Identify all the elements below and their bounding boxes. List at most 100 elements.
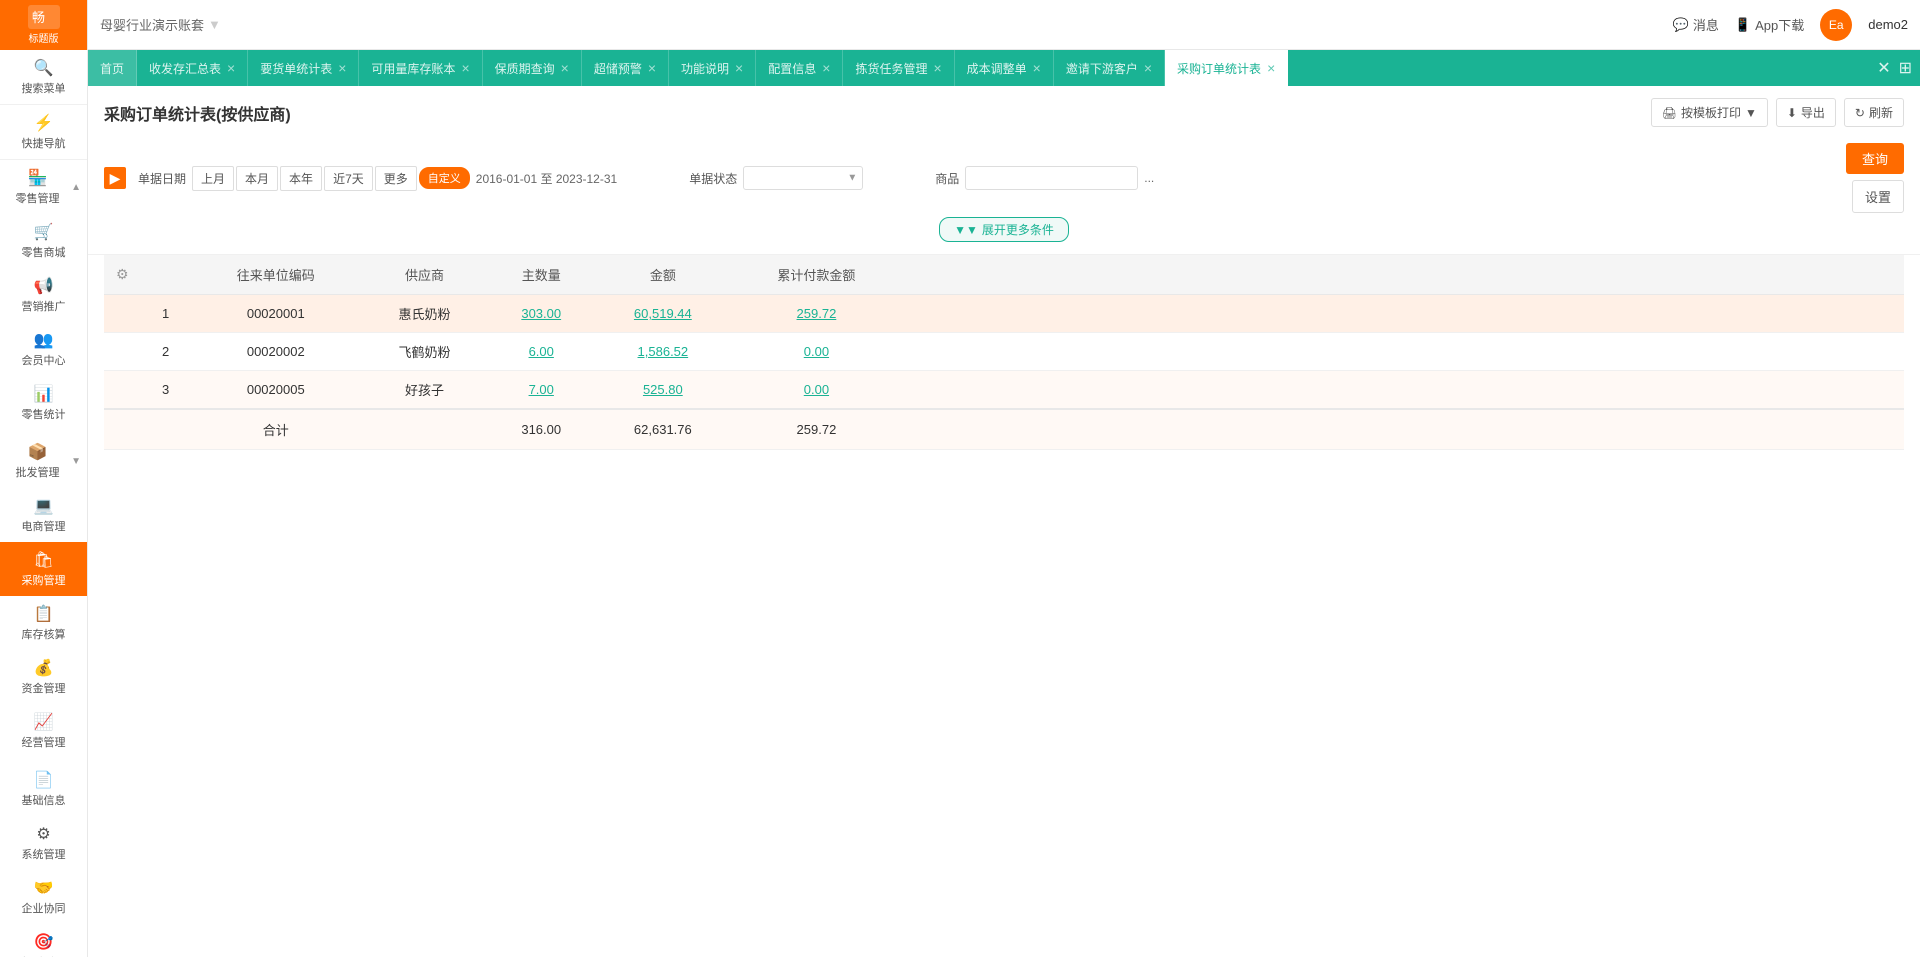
td-supplier-2: 飞鹤奶粉 xyxy=(361,333,488,371)
table-footer: 合计 316.00 62,631.76 259.72 xyxy=(104,409,1904,450)
table-body: 1 00020001 惠氏奶粉 303.00 60,519.44 259.72 … xyxy=(104,295,1904,410)
page-content: 采购订单统计表(按供应商) 🖨 按模板打印 ▼ ⬇ 导出 ↻ 刷新 xyxy=(88,86,1920,957)
member-center-icon: 👥 xyxy=(34,330,54,350)
tab-close-all-button[interactable]: ✕ xyxy=(1877,58,1890,78)
tab-function-desc-close[interactable]: × xyxy=(735,60,743,76)
print-button[interactable]: 🖨 按模板打印 ▼ xyxy=(1651,98,1768,127)
sidebar-item-sys-mgmt[interactable]: ⚙ 系统管理 xyxy=(0,816,87,870)
tab-order-summary[interactable]: 要货单统计表 × xyxy=(248,50,359,86)
th-amount: 金额 xyxy=(594,255,731,295)
sidebar-item-basic-info[interactable]: 📄 基础信息 xyxy=(0,762,87,816)
tab-receive-summary-close[interactable]: × xyxy=(227,60,235,76)
tab-invite-downstream-close[interactable]: × xyxy=(1144,60,1152,76)
retail-mgmt-icon: 🏪 xyxy=(28,168,48,188)
app-download-action[interactable]: 📱 App下载 xyxy=(1735,15,1804,34)
td-main-qty-2: 6.00 xyxy=(488,333,595,371)
sidebar-enterprise-coop-label: 企业协同 xyxy=(22,900,66,916)
tab-config-info-close[interactable]: × xyxy=(822,60,830,76)
td-unit-code-2: 00020002 xyxy=(191,333,361,371)
tab-purchase-order-summary-close[interactable]: × xyxy=(1267,60,1275,76)
tab-pick-task-close[interactable]: × xyxy=(933,60,941,76)
tab-home[interactable]: 首页 xyxy=(88,50,137,86)
tab-receive-summary[interactable]: 收发存汇总表 × xyxy=(137,50,248,86)
topbar-actions: 💬 消息 📱 App下载 Ea demo2 xyxy=(1673,9,1908,41)
td-paid-amount-3: 0.00 xyxy=(731,371,901,410)
filter-goods-group: 商品 ... xyxy=(935,166,1154,190)
status-select[interactable] xyxy=(743,166,863,190)
query-button[interactable]: 查询 xyxy=(1846,143,1904,174)
goods-input[interactable] xyxy=(965,166,1138,190)
table-row: 1 00020001 惠氏奶粉 303.00 60,519.44 259.72 xyxy=(104,295,1904,333)
sidebar-item-stock-check[interactable]: 📋 库存核算 xyxy=(0,596,87,650)
page-inner: 采购订单统计表(按供应商) 🖨 按模板打印 ▼ ⬇ 导出 ↻ 刷新 xyxy=(88,86,1920,957)
sidebar-item-wholesale-mgmt[interactable]: 📦 批发管理 ▼ xyxy=(0,434,87,488)
main-wrapper: 母婴行业演示账套 ▼ 💬 消息 📱 App下载 Ea demo2 首页 收发存汇… xyxy=(88,0,1920,957)
date-btn-last-month[interactable]: 上月 xyxy=(192,166,234,191)
quick-nav-icon: ⚡ xyxy=(34,113,54,133)
sidebar-item-retail-mall[interactable]: 🛒 零售商城 xyxy=(0,214,87,268)
tab-config-info[interactable]: 配置信息 × xyxy=(756,50,843,86)
tab-available-stock[interactable]: 可用量库存账本 × xyxy=(359,50,482,86)
table-settings-icon[interactable]: ⚙ xyxy=(116,266,129,282)
sidebar-item-ecommerce-mgmt[interactable]: 💻 电商管理 xyxy=(0,488,87,542)
table-head: ⚙ 往来单位编码 供应商 主数量 金额 累计付款金额 xyxy=(104,255,1904,295)
filter-toggle-button[interactable]: ▶ xyxy=(104,167,126,189)
goods-more-button[interactable]: ... xyxy=(1144,171,1154,185)
sidebar-purchase-mgmt-label: 采购管理 xyxy=(22,572,66,588)
settings-button[interactable]: 设置 xyxy=(1852,180,1904,213)
sidebar-stock-check-label: 库存核算 xyxy=(22,626,66,642)
tab-overstock-warning[interactable]: 超储预警 × xyxy=(582,50,669,86)
sidebar-retail-mall-label: 零售商城 xyxy=(22,244,66,260)
tab-receive-summary-label: 收发存汇总表 xyxy=(149,60,221,77)
message-action[interactable]: 💬 消息 xyxy=(1673,15,1719,34)
tab-expiry-query-close[interactable]: × xyxy=(561,60,569,76)
tab-cost-adjust[interactable]: 成本调整单 × xyxy=(955,50,1054,86)
avatar[interactable]: Ea xyxy=(1820,9,1852,41)
expand-more-conditions-button[interactable]: ▼▼ 展开更多条件 xyxy=(939,217,1069,242)
tab-purchase-order-summary[interactable]: 采购订单统计表 × xyxy=(1165,50,1288,86)
sidebar-item-marketing[interactable]: 📢 营销推广 xyxy=(0,268,87,322)
sidebar-item-retail-stats[interactable]: 📊 零售统计 xyxy=(0,376,87,430)
tab-maximize-button[interactable]: ⊞ xyxy=(1899,58,1912,78)
filter-date-group: 单据日期 上月 本月 本年 近7天 更多 自定义 2016-01-01 至 20… xyxy=(138,166,617,191)
sidebar-item-purchase-mgmt[interactable]: 🛍 采购管理 xyxy=(0,542,87,596)
app-logo[interactable]: 畅 标题版 xyxy=(0,0,87,50)
tab-pick-task[interactable]: 拣货任务管理 × xyxy=(843,50,954,86)
date-btn-this-year[interactable]: 本年 xyxy=(280,166,322,191)
sidebar-item-retail-mgmt[interactable]: 🏪 零售管理 ▲ xyxy=(0,160,87,214)
tab-order-summary-close[interactable]: × xyxy=(338,60,346,76)
date-btn-last-7-days[interactable]: 近7天 xyxy=(324,166,373,191)
sidebar-item-ops-mgmt[interactable]: 📈 经营管理 xyxy=(0,704,87,758)
td-num-1: 1 xyxy=(141,295,191,333)
sidebar-item-new-guide[interactable]: 🎯 新手引导 xyxy=(0,924,87,957)
sidebar-item-search[interactable]: 🔍 搜索菜单 xyxy=(0,50,87,105)
ecommerce-icon: 💻 xyxy=(34,496,54,516)
tab-expiry-query[interactable]: 保质期查询 × xyxy=(483,50,582,86)
export-button[interactable]: ⬇ 导出 xyxy=(1776,98,1836,127)
tab-expiry-query-label: 保质期查询 xyxy=(495,60,555,77)
filter-status-group: 单据状态 ▼ xyxy=(689,166,863,190)
tab-cost-adjust-close[interactable]: × xyxy=(1033,60,1041,76)
sidebar-item-member-center[interactable]: 👥 会员中心 xyxy=(0,322,87,376)
tab-function-desc[interactable]: 功能说明 × xyxy=(669,50,756,86)
tab-available-stock-close[interactable]: × xyxy=(461,60,469,76)
date-btn-more[interactable]: 更多 xyxy=(375,166,417,191)
sidebar-item-quick-nav[interactable]: ⚡ 快捷导航 xyxy=(0,105,87,160)
tf-num xyxy=(141,409,191,450)
sidebar-basic-info-label: 基础信息 xyxy=(22,792,66,808)
filter-row: ▶ 单据日期 上月 本月 本年 近7天 更多 自定义 2016-01-01 至 … xyxy=(104,143,1904,213)
date-btn-this-month[interactable]: 本月 xyxy=(236,166,278,191)
tab-order-summary-label: 要货单统计表 xyxy=(260,60,332,77)
tab-invite-downstream[interactable]: 邀请下游客户 × xyxy=(1054,50,1165,86)
stock-check-icon: 📋 xyxy=(34,604,54,624)
refresh-button[interactable]: ↻ 刷新 xyxy=(1844,98,1904,127)
th-supplier: 供应商 xyxy=(361,255,488,295)
retail-mall-icon: 🛒 xyxy=(34,222,54,242)
mobile-icon: 📱 xyxy=(1735,17,1751,33)
sidebar-item-capital-mgmt[interactable]: 💰 资金管理 xyxy=(0,650,87,704)
sidebar-item-enterprise-coop[interactable]: 🤝 企业协同 xyxy=(0,870,87,924)
sidebar-ops-mgmt-label: 经营管理 xyxy=(22,734,66,750)
tab-overstock-warning-close[interactable]: × xyxy=(648,60,656,76)
user-name[interactable]: demo2 xyxy=(1868,17,1908,32)
message-icon: 💬 xyxy=(1673,17,1689,33)
